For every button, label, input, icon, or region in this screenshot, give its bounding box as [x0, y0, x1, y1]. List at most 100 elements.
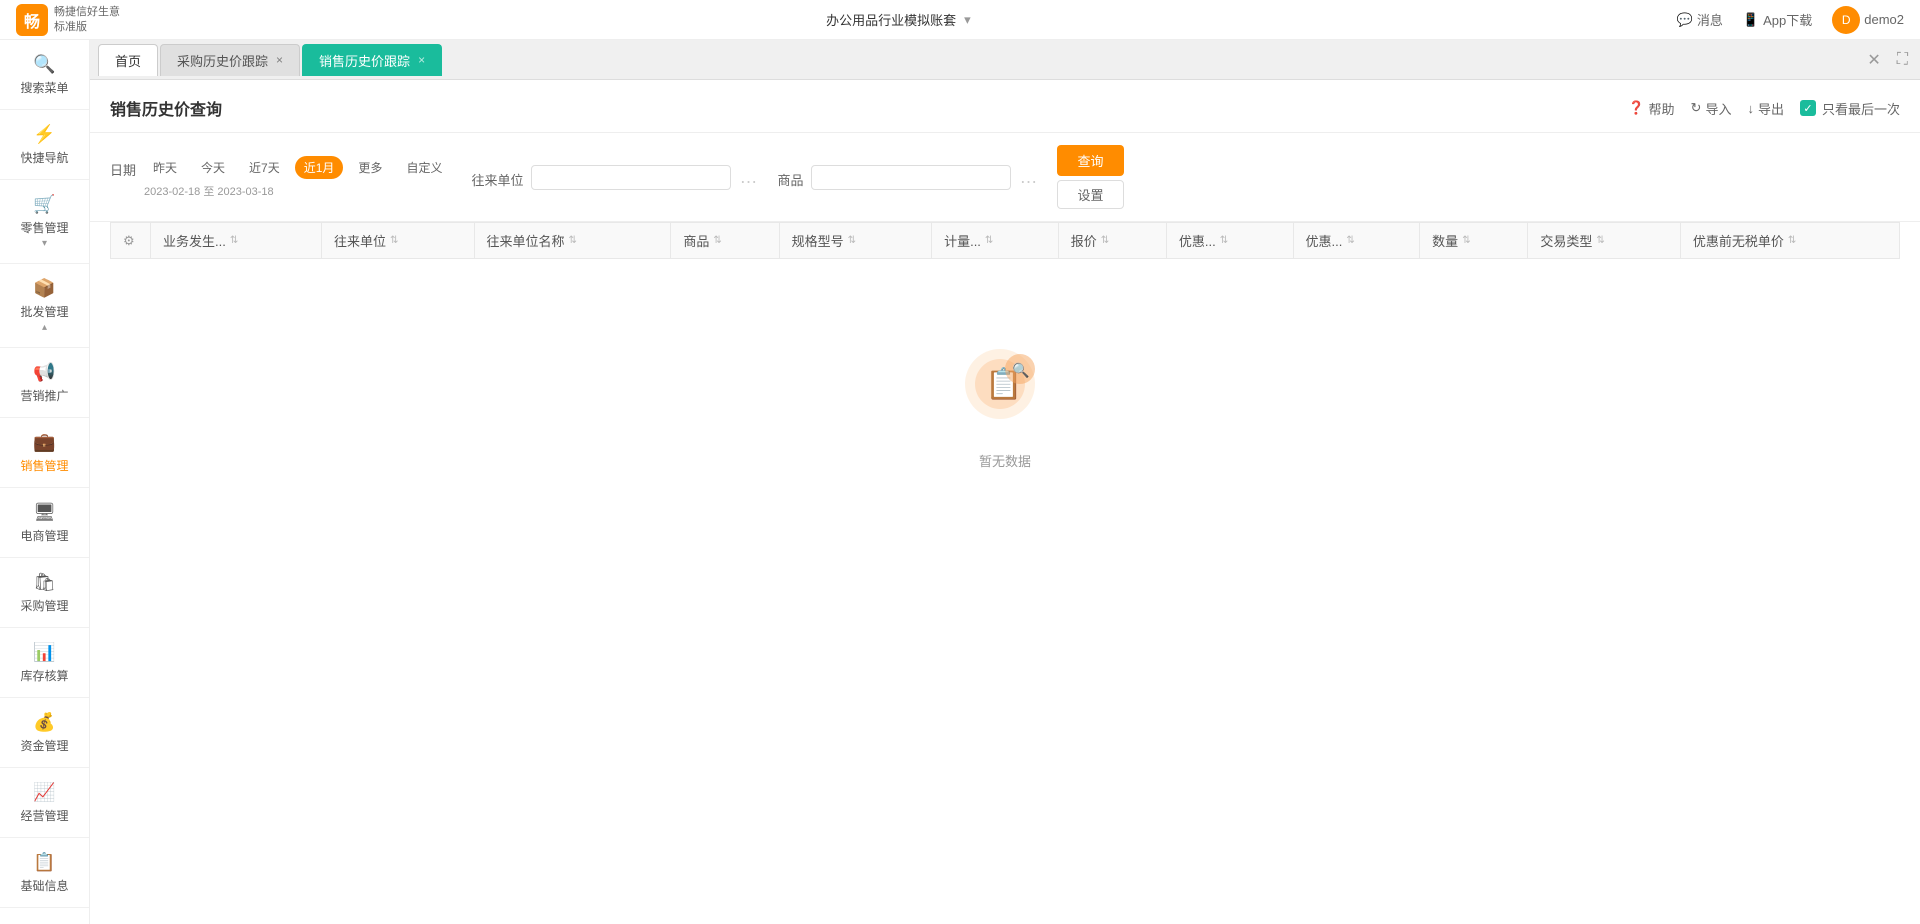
close-tab-btn[interactable]: ✕: [1863, 46, 1884, 74]
message-btn[interactable]: 💬 消息: [1677, 10, 1723, 29]
sidebar-item-sales-mgmt[interactable]: 💼 销售管理: [0, 418, 89, 488]
sidebar-item-purchase-mgmt[interactable]: 🛍 采购管理: [0, 558, 89, 628]
topbar-center: 办公用品行业模拟账套 ▾: [826, 10, 971, 29]
sidebar-item-marketing[interactable]: 📢 营销推广: [0, 348, 89, 418]
sidebar-item-system-mgmt[interactable]: ⚙ 系统管理: [0, 908, 89, 924]
tab-sales-history[interactable]: 销售历史价跟踪 ×: [302, 44, 442, 76]
filter-buttons: 查询 设置: [1057, 145, 1123, 209]
date-options-row: 昨天 今天 近7天 近1月 更多 自定义: [144, 156, 451, 179]
col-pretax-price[interactable]: 优惠前无税单价 ⇅: [1680, 223, 1899, 259]
logo-icon: 畅: [16, 4, 48, 36]
quick-nav-icon: ⚡: [33, 122, 55, 147]
query-button[interactable]: 查询: [1057, 145, 1123, 176]
sidebar-item-label: 批发管理: [20, 304, 68, 321]
mobile-icon: 📱: [1743, 12, 1759, 28]
col-price[interactable]: 报价 ⇅: [1058, 223, 1166, 259]
col-unit[interactable]: 计量... ⇅: [932, 223, 1059, 259]
maximize-btn[interactable]: ⛶: [1893, 47, 1912, 73]
date-option-last1month[interactable]: 近1月: [295, 156, 344, 179]
tab-home[interactable]: 首页: [98, 44, 158, 76]
goods-filter-label: 商品: [777, 166, 803, 189]
content-area: 首页 采购历史价跟踪 × 销售历史价跟踪 × ✕ ⛶ 销售历史价查询: [90, 40, 1920, 924]
tabbar: 首页 采购历史价跟踪 × 销售历史价跟踪 × ✕ ⛶: [90, 40, 1920, 80]
sort-icon: ⇅: [1596, 235, 1604, 246]
avatar: D: [1832, 6, 1860, 34]
topbar: 畅 畅捷信好生意 标准版 办公用品行业模拟账套 ▾ 💬 消息 📱 App下载 D…: [0, 0, 1920, 40]
date-option-today[interactable]: 今天: [192, 156, 234, 179]
sort-icon: ⇅: [1346, 235, 1354, 246]
col-trade-type[interactable]: 交易类型 ⇅: [1528, 223, 1681, 259]
date-option-more[interactable]: 更多: [349, 156, 391, 179]
main-layout: 🔍 搜索菜单 ⚡ 快捷导航 🛒 零售管理 ▾ 📦 批发管理 ▴ 📢 营销推广 💼…: [0, 40, 1920, 924]
retail-icon: 🛒: [33, 192, 55, 217]
sidebar-item-quick-nav[interactable]: ⚡ 快捷导航: [0, 110, 89, 180]
sidebar-item-label: 电商管理: [20, 528, 68, 545]
data-table: ⚙ 业务发生... ⇅ 往来单位: [110, 222, 1900, 259]
sales-history-tab-close[interactable]: ×: [418, 53, 425, 67]
sidebar-item-wholesale-mgmt[interactable]: 📦 批发管理 ▴: [0, 264, 89, 348]
col-partner-name[interactable]: 往来单位名称 ⇅: [474, 223, 671, 259]
sales-history-tab-label: 销售历史价跟踪: [319, 51, 410, 70]
date-range-text: 2023-02-18 至 2023-03-18: [144, 183, 451, 199]
sidebar-item-label: 采购管理: [20, 598, 68, 615]
col-discount1[interactable]: 优惠... ⇅: [1166, 223, 1293, 259]
sidebar-item-basic-info[interactable]: 📋 基础信息: [0, 838, 89, 908]
system-icon: ⚙: [36, 920, 52, 924]
sidebar-item-label: 营销推广: [20, 388, 68, 405]
col-quantity[interactable]: 数量 ⇅: [1420, 223, 1528, 259]
sidebar-item-ecommerce-mgmt[interactable]: 🖥 电商管理: [0, 488, 89, 558]
date-option-yesterday[interactable]: 昨天: [144, 156, 186, 179]
table-head: ⚙ 业务发生... ⇅ 往来单位: [111, 223, 1900, 259]
page-header: 销售历史价查询 ❓ 帮助 ↻ 导入 ↓ 导出 ✓: [90, 80, 1920, 133]
home-tab-label: 首页: [115, 51, 141, 70]
col-spec[interactable]: 规格型号 ⇅: [779, 223, 932, 259]
sidebar-item-search-menu[interactable]: 🔍 搜索菜单: [0, 40, 89, 110]
partner-filter-label: 往来单位: [471, 166, 523, 189]
col-settings[interactable]: ⚙: [111, 223, 151, 259]
logo-area: 畅 畅捷信好生意 标准版: [16, 4, 120, 36]
app-download-btn[interactable]: 📱 App下载: [1743, 10, 1812, 29]
user-area[interactable]: D demo2: [1832, 6, 1904, 34]
tab-purchase-history[interactable]: 采购历史价跟踪 ×: [160, 44, 300, 76]
sort-icon: ⇅: [1220, 235, 1228, 246]
sidebar-item-label: 库存核算: [20, 668, 68, 685]
col-goods[interactable]: 商品 ⇅: [671, 223, 779, 259]
table-settings-icon[interactable]: ⚙: [123, 233, 135, 248]
settings-button[interactable]: 设置: [1057, 180, 1123, 209]
date-option-custom[interactable]: 自定义: [397, 156, 451, 179]
marketing-icon: 📢: [33, 360, 55, 385]
import-btn[interactable]: ↻ 导入: [1691, 99, 1732, 118]
filter-area: 日期 昨天 今天 近7天 近1月 更多 自定义 2023-02-18 至 202…: [90, 133, 1920, 222]
partner-input[interactable]: [531, 165, 731, 190]
help-btn[interactable]: ❓ 帮助: [1628, 99, 1674, 118]
goods-input-more[interactable]: …: [1019, 167, 1037, 188]
topbar-left: 畅 畅捷信好生意 标准版: [16, 4, 120, 36]
partner-input-more[interactable]: …: [739, 167, 757, 188]
goods-input[interactable]: [811, 165, 1011, 190]
date-filter-group: 日期 昨天 今天 近7天 近1月 更多 自定义 2023-02-18 至 202…: [110, 156, 451, 199]
sidebar-item-label: 搜索菜单: [20, 80, 68, 97]
sort-icon: ⇅: [985, 235, 993, 246]
partner-filter-group: 往来单位 …: [471, 165, 757, 190]
purchase-history-tab-close[interactable]: ×: [276, 53, 283, 67]
col-partner-code[interactable]: 往来单位 ⇅: [322, 223, 475, 259]
app-title-dropdown[interactable]: ▾: [964, 12, 971, 28]
goods-filter-group: 商品 …: [777, 165, 1037, 190]
purchase-history-tab-label: 采购历史价跟踪: [177, 51, 268, 70]
export-icon: ↓: [1747, 101, 1754, 116]
date-option-last7days[interactable]: 近7天: [240, 156, 289, 179]
col-discount2[interactable]: 优惠... ⇅: [1293, 223, 1420, 259]
col-biz-date[interactable]: 业务发生... ⇅: [151, 223, 322, 259]
export-btn[interactable]: ↓ 导出: [1747, 99, 1784, 118]
sidebar-item-operations-mgmt[interactable]: 📈 经营管理: [0, 768, 89, 838]
sidebar-item-finance-mgmt[interactable]: 💰 资金管理: [0, 698, 89, 768]
sort-icon: ⇅: [1462, 235, 1470, 246]
user-name: demo2: [1864, 12, 1904, 27]
sidebar-item-label: 基础信息: [20, 878, 68, 895]
tab-actions: ✕ ⛶: [1863, 46, 1912, 74]
sidebar-item-inventory[interactable]: 📊 库存核算: [0, 628, 89, 698]
only-last-checkbox[interactable]: ✓ 只看最后一次: [1800, 99, 1900, 118]
sort-icon: ⇅: [1788, 235, 1796, 246]
sidebar-item-retail-mgmt[interactable]: 🛒 零售管理 ▾: [0, 180, 89, 264]
sales-icon: 💼: [33, 430, 55, 455]
